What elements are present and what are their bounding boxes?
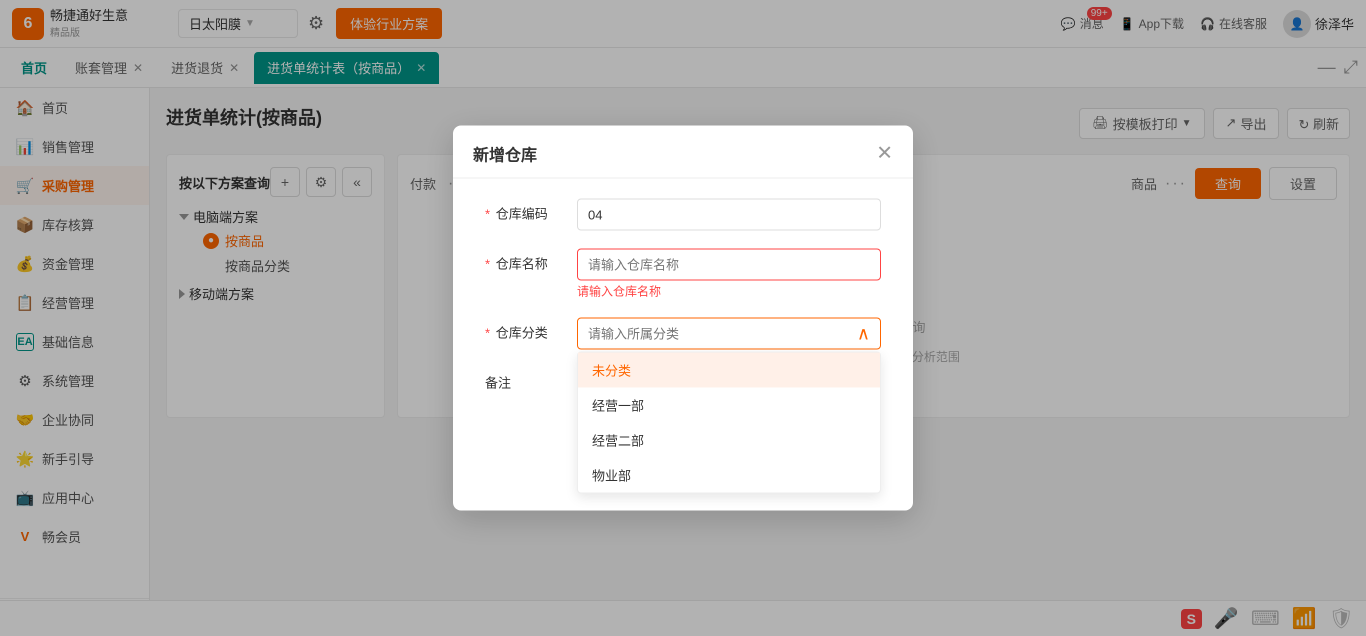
- category-dropdown[interactable]: ∧: [577, 318, 881, 350]
- category-input-wrap: ∧ 未分类 经营一部 经营二部 物业部: [577, 318, 881, 350]
- name-input-wrap: 请输入仓库名称: [577, 249, 881, 300]
- category-input[interactable]: [588, 326, 857, 341]
- dropdown-item-dept2[interactable]: 经营二部: [578, 423, 880, 458]
- required-star-code: *: [485, 207, 490, 222]
- name-label: * 仓库名称: [485, 249, 565, 281]
- category-label: * 仓库分类: [485, 318, 565, 350]
- dropdown-arrow-icon[interactable]: ∧: [857, 323, 870, 344]
- required-star-category: *: [485, 326, 490, 341]
- note-label: 备注: [485, 368, 565, 400]
- code-label: * 仓库编码: [485, 199, 565, 231]
- name-error-tip: 请输入仓库名称: [577, 283, 881, 300]
- form-row-category: * 仓库分类 ∧ 未分类 经营一部 经营二部 物业部: [485, 318, 881, 350]
- required-star-name: *: [485, 257, 490, 272]
- form-row-name: * 仓库名称 请输入仓库名称: [485, 249, 881, 300]
- modal-body: * 仓库编码 * 仓库名称 请输入仓库名称 * 仓库分类: [453, 179, 913, 443]
- dropdown-item-property[interactable]: 物业部: [578, 458, 880, 493]
- modal-header: 新增仓库 ✕: [453, 126, 913, 179]
- modal-title: 新增仓库: [473, 142, 537, 166]
- new-warehouse-modal: 新增仓库 ✕ * 仓库编码 * 仓库名称 请输入仓库名称: [453, 126, 913, 511]
- code-input-wrap: [577, 199, 881, 231]
- dropdown-item-unclassified[interactable]: 未分类: [578, 353, 880, 388]
- name-input[interactable]: [577, 249, 881, 281]
- form-row-code: * 仓库编码: [485, 199, 881, 231]
- modal-close-icon[interactable]: ✕: [876, 144, 893, 164]
- category-dropdown-list: 未分类 经营一部 经营二部 物业部: [577, 352, 881, 494]
- code-input[interactable]: [577, 199, 881, 231]
- dropdown-item-dept1[interactable]: 经营一部: [578, 388, 880, 423]
